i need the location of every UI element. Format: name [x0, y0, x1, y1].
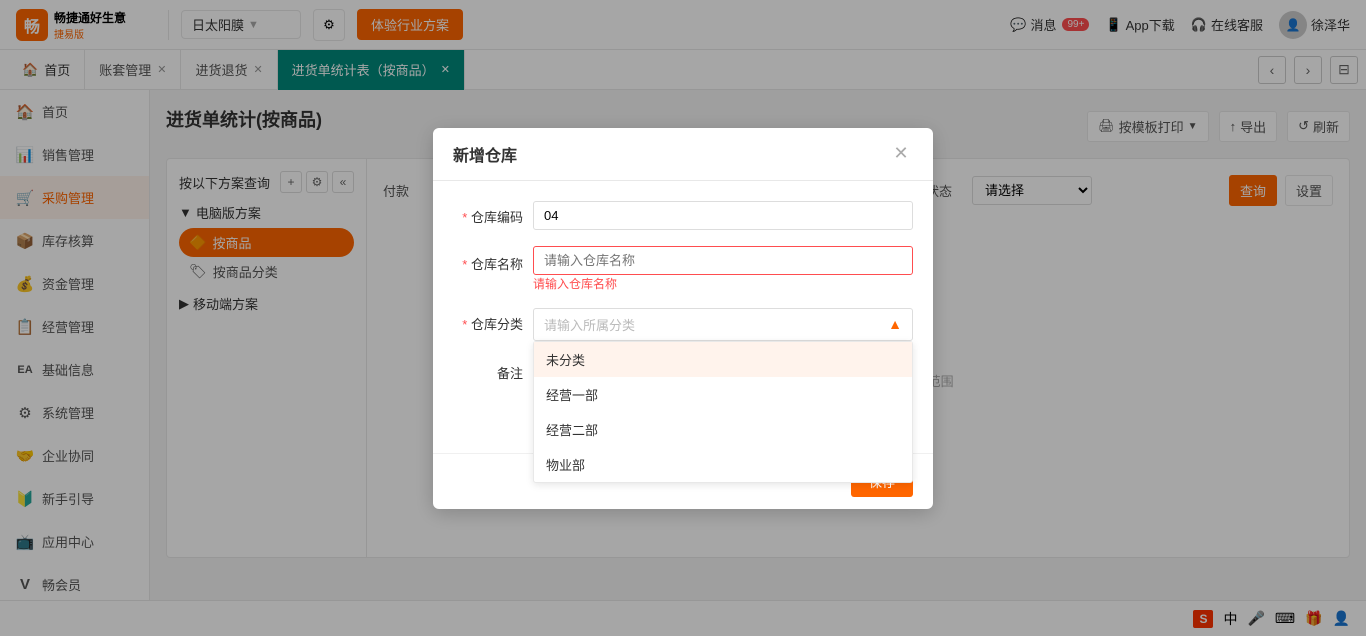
category-dropdown-list: 未分类 经营一部 经营二部 物业部: [533, 341, 913, 483]
dropdown-item-uncategorized[interactable]: 未分类: [534, 342, 912, 377]
warehouse-code-input[interactable]: [533, 201, 913, 230]
code-row: * 仓库编码: [453, 201, 913, 230]
category-input[interactable]: 请输入所属分类 ▲: [533, 308, 913, 341]
warehouse-name-input[interactable]: [533, 246, 913, 275]
modal-close-button[interactable]: ✕: [889, 142, 913, 166]
category-label: * 仓库分类: [453, 308, 533, 333]
name-row: * 仓库名称 请输入仓库名称: [453, 246, 913, 292]
dropdown-item-dept2[interactable]: 经营二部: [534, 412, 912, 447]
dropdown-arrow-icon: ▲: [888, 316, 902, 332]
modal-overlay[interactable]: 新增仓库 ✕ * 仓库编码 * 仓库名称: [0, 0, 1366, 636]
note-label: 备注: [453, 357, 533, 382]
name-label: * 仓库名称: [453, 248, 533, 273]
category-dropdown: 请输入所属分类 ▲ 未分类 经营一部 经营二部: [533, 308, 913, 341]
dropdown-item-dept3[interactable]: 物业部: [534, 447, 912, 482]
category-row: * 仓库分类 请输入所属分类 ▲ 未分类 经营一部: [453, 308, 913, 341]
modal-header: 新增仓库 ✕: [433, 128, 933, 181]
modal-body: * 仓库编码 * 仓库名称 请输入仓库名称: [433, 181, 933, 453]
code-label: * 仓库编码: [453, 201, 533, 226]
dropdown-item-dept1[interactable]: 经营一部: [534, 377, 912, 412]
modal-title: 新增仓库: [453, 142, 517, 166]
add-warehouse-modal: 新增仓库 ✕ * 仓库编码 * 仓库名称: [433, 128, 933, 509]
name-error-msg: 请输入仓库名称: [533, 275, 913, 292]
